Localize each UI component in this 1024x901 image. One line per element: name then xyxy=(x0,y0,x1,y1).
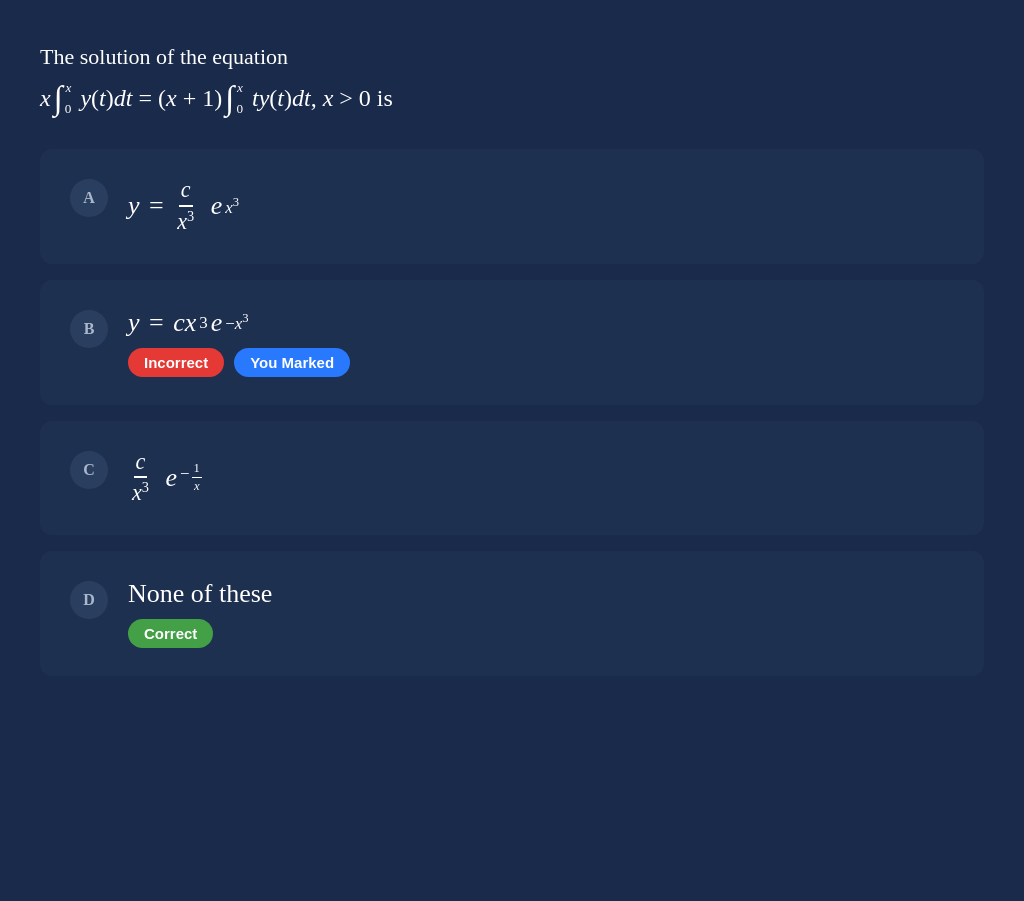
eq-yt: y(t)dt = (x + 1) xyxy=(74,79,222,117)
question-header: The solution of the equation x ∫ x 0 y(t… xyxy=(40,40,984,119)
option-content-a: y = c x3 ex3 xyxy=(128,177,239,235)
option-content-c: c x3 e−1x xyxy=(128,449,204,507)
option-card-d[interactable]: D None of these Correct xyxy=(40,551,984,676)
eq-x: x xyxy=(40,79,51,117)
page-container: The solution of the equation x ∫ x 0 y(t… xyxy=(0,0,1024,901)
option-formula-c: c x3 e−1x xyxy=(128,449,204,507)
option-b-badges: Incorrect You Marked xyxy=(128,348,350,377)
eq-tyt: ty(t)dt, x > 0 is xyxy=(246,79,393,117)
option-card-b[interactable]: B y = cx3e−x3 Incorrect You Marked xyxy=(40,280,984,405)
question-title: The solution of the equation xyxy=(40,40,984,73)
option-letter-b: B xyxy=(70,310,108,348)
option-formula-d: None of these xyxy=(128,579,272,609)
question-equation: x ∫ x 0 y(t)dt = (x + 1) ∫ x 0 ty( xyxy=(40,77,984,119)
eq-integral2: ∫ x 0 xyxy=(224,77,244,119)
badge-incorrect: Incorrect xyxy=(128,348,224,377)
option-content-d: None of these Correct xyxy=(128,579,272,648)
option-content-b: y = cx3e−x3 Incorrect You Marked xyxy=(128,308,350,377)
option-formula-b: y = cx3e−x3 xyxy=(128,308,350,338)
option-card-a[interactable]: A y = c x3 ex3 xyxy=(40,149,984,263)
badge-you-marked: You Marked xyxy=(234,348,350,377)
option-card-c[interactable]: C c x3 e−1x xyxy=(40,421,984,535)
option-d-badges: Correct xyxy=(128,619,272,648)
eq-integral1: ∫ x 0 xyxy=(53,77,73,119)
option-letter-c: C xyxy=(70,451,108,489)
badge-correct: Correct xyxy=(128,619,213,648)
option-letter-d: D xyxy=(70,581,108,619)
options-container: A y = c x3 ex3 B y = cx3e−x3 xyxy=(40,149,984,676)
option-formula-a: y = c x3 ex3 xyxy=(128,177,239,235)
option-letter-a: A xyxy=(70,179,108,217)
